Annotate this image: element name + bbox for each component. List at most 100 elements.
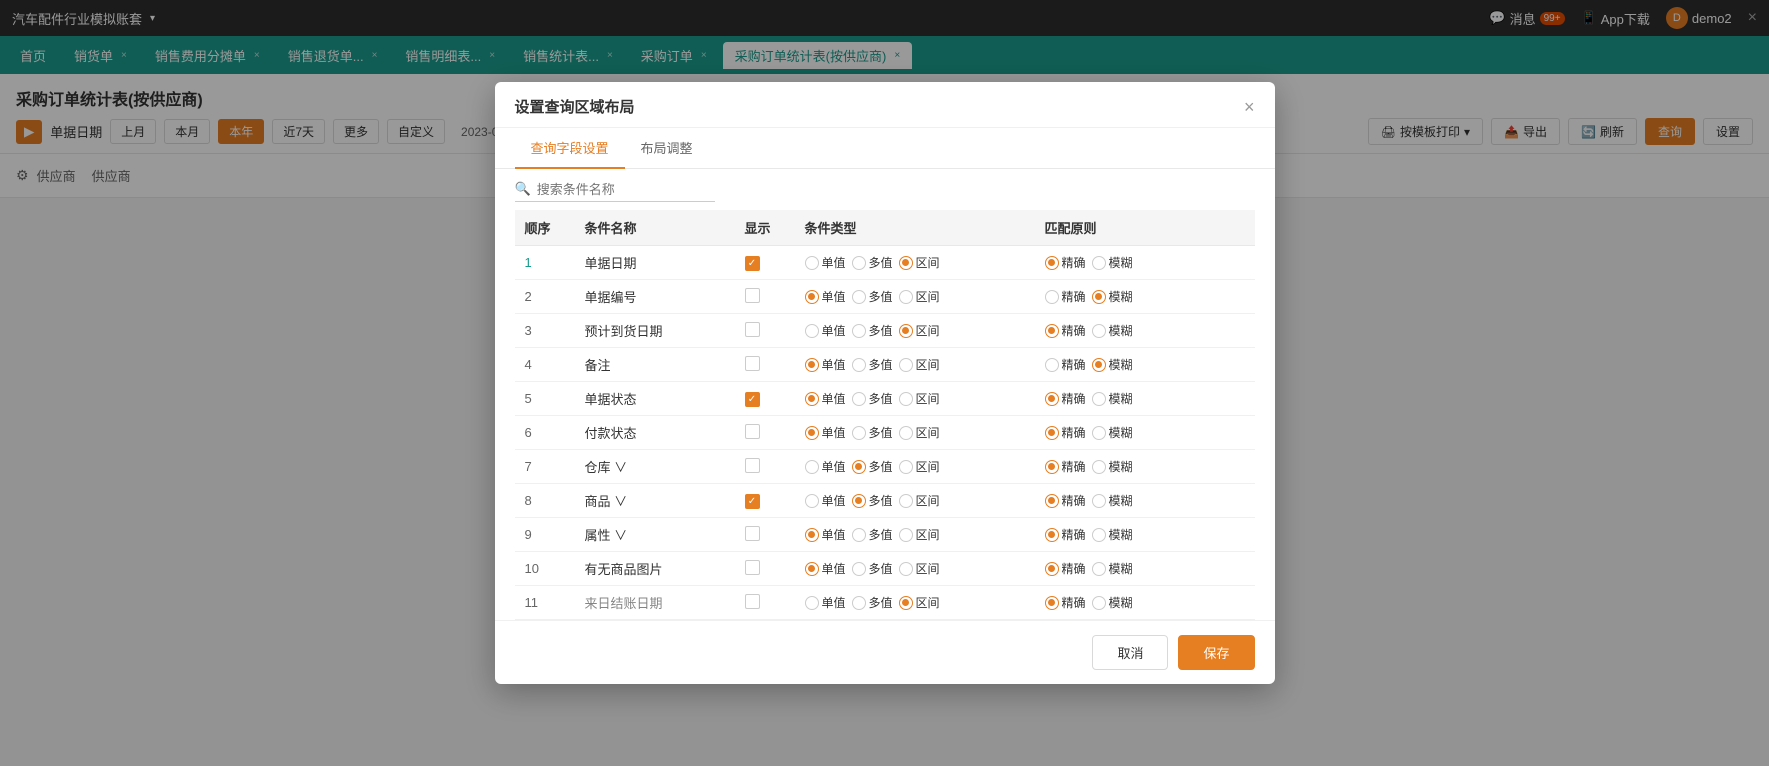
type-option-多值[interactable]: 多值 xyxy=(852,322,893,339)
match-option-精确[interactable]: 精确 xyxy=(1045,492,1086,509)
radio-label: 区间 xyxy=(916,390,940,407)
type-option-区间[interactable]: 区间 xyxy=(899,288,940,305)
search-input[interactable] xyxy=(537,182,697,197)
cell-display xyxy=(735,348,795,382)
radio-label: 多值 xyxy=(869,594,893,611)
match-option-模糊[interactable]: 模糊 xyxy=(1092,322,1133,339)
type-option-区间[interactable]: 区间 xyxy=(899,458,940,475)
type-option-单值[interactable]: 单值 xyxy=(805,526,846,543)
display-checkbox[interactable] xyxy=(745,356,760,371)
match-option-模糊[interactable]: 模糊 xyxy=(1092,288,1133,305)
match-option-模糊[interactable]: 模糊 xyxy=(1092,254,1133,271)
display-checkbox[interactable] xyxy=(745,424,760,439)
dropdown-chevron-icon[interactable]: ∨ xyxy=(614,528,627,543)
radio-circle xyxy=(852,596,866,610)
display-checkbox[interactable] xyxy=(745,392,760,407)
cell-order: 1 xyxy=(515,246,575,280)
type-option-单值[interactable]: 单值 xyxy=(805,322,846,339)
match-option-精确[interactable]: 精确 xyxy=(1045,424,1086,441)
type-option-区间[interactable]: 区间 xyxy=(899,594,940,611)
type-option-多值[interactable]: 多值 xyxy=(852,424,893,441)
match-radio-group: 精确模糊 xyxy=(1045,390,1245,407)
display-checkbox[interactable] xyxy=(745,560,760,575)
type-option-单值[interactable]: 单值 xyxy=(805,594,846,611)
match-option-模糊[interactable]: 模糊 xyxy=(1092,492,1133,509)
match-option-精确[interactable]: 精确 xyxy=(1045,594,1086,611)
type-option-多值[interactable]: 多值 xyxy=(852,560,893,577)
type-option-区间[interactable]: 区间 xyxy=(899,390,940,407)
match-option-模糊[interactable]: 模糊 xyxy=(1092,458,1133,475)
dropdown-chevron-icon[interactable]: ∨ xyxy=(614,494,627,509)
match-option-精确[interactable]: 精确 xyxy=(1045,526,1086,543)
type-option-多值[interactable]: 多值 xyxy=(852,390,893,407)
match-option-精确[interactable]: 精确 xyxy=(1045,560,1086,577)
display-checkbox[interactable] xyxy=(745,288,760,303)
cell-match: 精确模糊 xyxy=(1035,586,1255,620)
display-checkbox[interactable] xyxy=(745,494,760,509)
match-option-精确[interactable]: 精确 xyxy=(1045,254,1086,271)
radio-circle xyxy=(805,392,819,406)
table-row: 8商品 ∨单值多值区间精确模糊 xyxy=(515,484,1255,518)
display-checkbox[interactable] xyxy=(745,322,760,337)
display-checkbox[interactable] xyxy=(745,526,760,541)
match-option-模糊[interactable]: 模糊 xyxy=(1092,594,1133,611)
match-option-模糊[interactable]: 模糊 xyxy=(1092,390,1133,407)
type-option-多值[interactable]: 多值 xyxy=(852,356,893,373)
type-option-单值[interactable]: 单值 xyxy=(805,254,846,271)
type-option-区间[interactable]: 区间 xyxy=(899,526,940,543)
type-option-多值[interactable]: 多值 xyxy=(852,288,893,305)
match-option-精确[interactable]: 精确 xyxy=(1045,356,1086,373)
dropdown-chevron-icon[interactable]: ∨ xyxy=(614,460,627,475)
cell-type: 单值 多值区间 xyxy=(795,586,1035,620)
type-option-区间[interactable]: 区间 xyxy=(899,356,940,373)
display-checkbox[interactable] xyxy=(745,594,760,609)
condition-name-label: 单据状态 xyxy=(585,392,637,407)
match-option-精确[interactable]: 精确 xyxy=(1045,458,1086,475)
type-option-单值[interactable]: 单值 xyxy=(805,288,846,305)
tab-layout-adjust[interactable]: 布局调整 xyxy=(625,128,709,169)
type-option-多值[interactable]: 多值 xyxy=(852,254,893,271)
radio-label: 多值 xyxy=(869,254,893,271)
match-option-模糊[interactable]: 模糊 xyxy=(1092,424,1133,441)
cell-order: 10 xyxy=(515,552,575,586)
type-option-单值[interactable]: 单值 xyxy=(805,390,846,407)
radio-label: 单值 xyxy=(822,424,846,441)
type-option-区间[interactable]: 区间 xyxy=(899,254,940,271)
type-option-单值[interactable]: 单值 xyxy=(805,356,846,373)
type-option-单值[interactable]: 单值 xyxy=(805,424,846,441)
radio-label: 精确 xyxy=(1062,356,1086,373)
cell-match: 精确模糊 xyxy=(1035,552,1255,586)
cell-name: 付款状态 xyxy=(575,416,735,450)
save-button[interactable]: 保存 xyxy=(1178,635,1254,670)
tab-query-fields[interactable]: 查询字段设置 xyxy=(515,128,625,169)
cell-name: 仓库 ∨ xyxy=(575,450,735,484)
row-order-number: 3 xyxy=(525,323,532,338)
modal-close-btn[interactable]: × xyxy=(1244,98,1255,116)
match-option-模糊[interactable]: 模糊 xyxy=(1092,526,1133,543)
type-option-单值[interactable]: 单值 xyxy=(805,560,846,577)
type-option-多值[interactable]: 多值 xyxy=(852,492,893,509)
type-option-单值[interactable]: 单值 xyxy=(805,458,846,475)
match-option-精确[interactable]: 精确 xyxy=(1045,322,1086,339)
cancel-button[interactable]: 取消 xyxy=(1092,635,1168,670)
cell-order: 11 xyxy=(515,586,575,620)
match-option-精确[interactable]: 精确 xyxy=(1045,288,1086,305)
modal-search-area: 🔍 xyxy=(495,169,1275,210)
type-option-多值[interactable]: 多值 xyxy=(852,526,893,543)
type-option-区间[interactable]: 区间 xyxy=(899,492,940,509)
type-option-单值[interactable]: 单值 xyxy=(805,492,846,509)
search-icon: 🔍 xyxy=(515,181,531,197)
type-option-多值[interactable]: 多值 xyxy=(852,458,893,475)
type-option-区间[interactable]: 区间 xyxy=(899,322,940,339)
modal-table-wrap: 顺序 条件名称 显示 条件类型 匹配原则 1单据日期单值多值区间精确模糊2单据编… xyxy=(495,210,1275,620)
radio-circle xyxy=(805,596,819,610)
display-checkbox[interactable] xyxy=(745,256,760,271)
type-option-区间[interactable]: 区间 xyxy=(899,560,940,577)
match-option-精确[interactable]: 精确 xyxy=(1045,390,1086,407)
match-option-模糊[interactable]: 模糊 xyxy=(1092,560,1133,577)
type-option-区间[interactable]: 区间 xyxy=(899,424,940,441)
type-option-多值[interactable]: 多值 xyxy=(852,594,893,611)
radio-circle xyxy=(1045,324,1059,338)
display-checkbox[interactable] xyxy=(745,458,760,473)
match-option-模糊[interactable]: 模糊 xyxy=(1092,356,1133,373)
